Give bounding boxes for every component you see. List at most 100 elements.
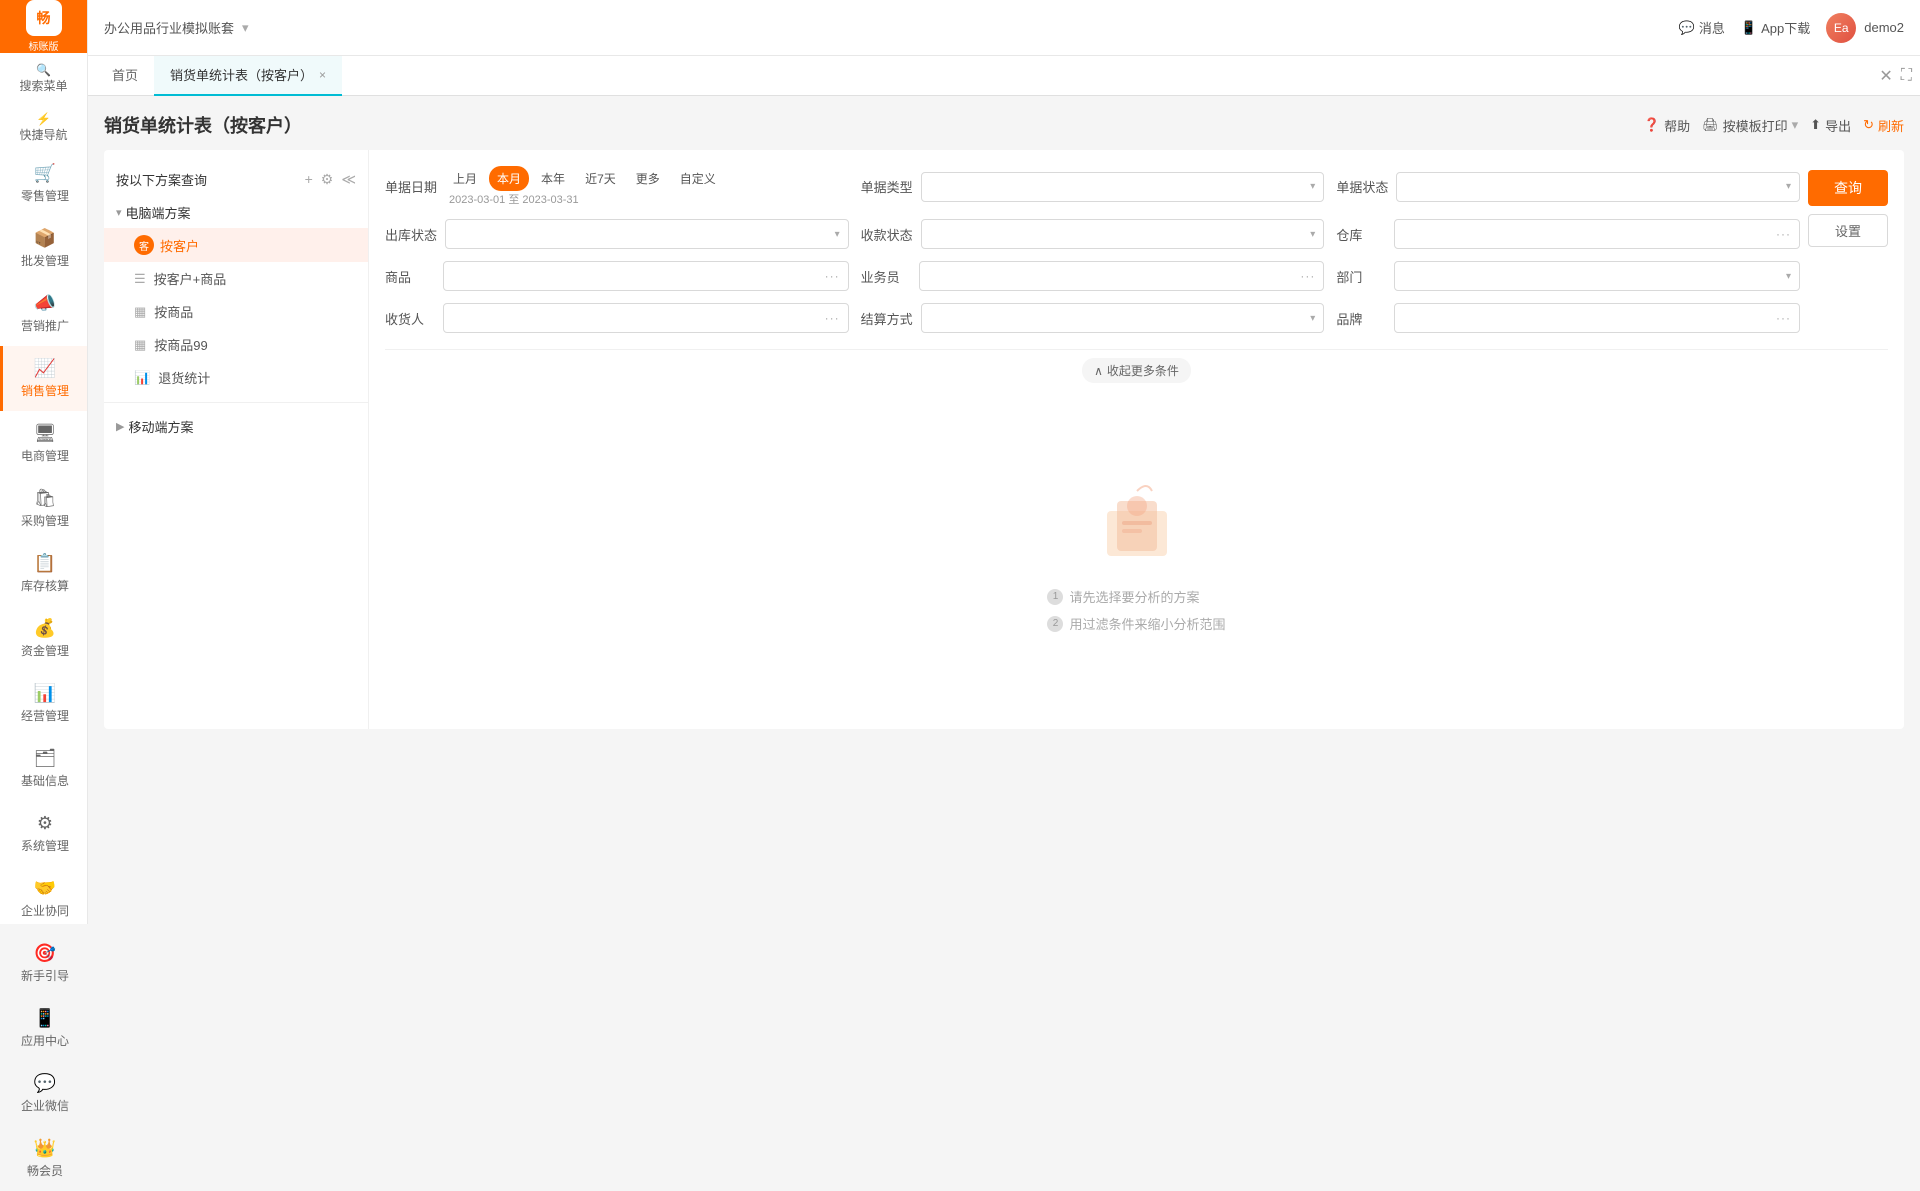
desktop-group-title[interactable]: ▾ 电脑端方案 xyxy=(104,197,368,228)
date-btn-this-month[interactable]: 本月 xyxy=(489,166,529,191)
export-btn[interactable]: ⬆ 导出 xyxy=(1810,116,1851,135)
empty-hint-1: 1 请先选择要分析的方案 xyxy=(1047,587,1225,606)
cooperation-icon: 🤝 xyxy=(34,878,56,899)
warehouse-select[interactable]: ··· xyxy=(1394,219,1800,249)
filter-row-4: 收货人 ··· 结算方式 xyxy=(385,303,1800,333)
query-button[interactable]: 查询 xyxy=(1808,170,1888,206)
date-btn-last-month[interactable]: 上月 xyxy=(445,166,485,191)
export-icon: ⬆ xyxy=(1810,117,1821,133)
help-btn[interactable]: ❓ 帮助 xyxy=(1644,116,1690,135)
sidebar-item-purchase[interactable]: 🛍 采购管理 xyxy=(0,476,87,541)
brand-select[interactable]: ··· xyxy=(1394,303,1800,333)
sidebar-item-ecommerce[interactable]: 🖥 电商管理 xyxy=(0,411,87,476)
goods-more-icon: ··· xyxy=(825,269,840,283)
scheme-item-by-return[interactable]: 📊 退货统计 xyxy=(104,361,368,394)
date-btn-custom[interactable]: 自定义 xyxy=(672,166,724,191)
warehouse-more-icon: ··· xyxy=(1776,227,1791,241)
maximize-icon[interactable]: ⛶ xyxy=(1901,67,1912,85)
help-icon: ❓ xyxy=(1644,117,1660,133)
appcenter-icon: 📱 xyxy=(34,1008,56,1029)
date-btn-more[interactable]: 更多 xyxy=(628,166,668,191)
scheme-item-by-goods[interactable]: ▦ 按商品 xyxy=(104,295,368,328)
add-scheme-icon[interactable]: + xyxy=(305,171,313,188)
salesperson-select[interactable]: ··· xyxy=(919,261,1325,291)
close-tab-icon[interactable]: × xyxy=(319,68,326,82)
close-window-icon[interactable]: ✕ xyxy=(1879,66,1892,86)
filter-left-panel: 按以下方案查询 + ⚙ ≪ ▾ 电脑端方案 xyxy=(104,150,369,729)
sidebar-item-wholesale[interactable]: 📦 批发管理 xyxy=(0,216,87,281)
sidebar-item-inventory[interactable]: 📋 库存核算 xyxy=(0,541,87,606)
message-btn[interactable]: 💬 消息 xyxy=(1679,18,1725,37)
sidebar-item-member[interactable]: 👑 畅会员 xyxy=(0,1126,87,1191)
goods-select[interactable]: ··· xyxy=(443,261,849,291)
sidebar-item-cooperation[interactable]: 🤝 企业协同 xyxy=(0,866,87,931)
date-filter-field: 单据日期 上月 本月 本年 近7天 更多 自定义 xyxy=(385,166,849,207)
mobile-group-title[interactable]: ▶ 移动端方案 xyxy=(104,411,368,442)
order-type-select[interactable]: ▾ xyxy=(921,172,1325,202)
sidebar-item-newbie[interactable]: 🎯 新手引导 xyxy=(0,931,87,996)
order-status-field: 单据状态 ▾ xyxy=(1336,166,1800,207)
sidebar-item-appcenter[interactable]: 📱 应用中心 xyxy=(0,996,87,1061)
sidebar-item-retail[interactable]: 🛒 零售管理 xyxy=(0,151,87,216)
refresh-label: 刷新 xyxy=(1878,116,1904,135)
print-icon: 🖨 xyxy=(1702,117,1719,133)
topbar-right: 💬 消息 📱 App下载 Ea demo2 xyxy=(1679,13,1904,43)
collapse-more-btn[interactable]: ∧ 收起更多条件 xyxy=(1082,358,1191,383)
scheme-item-by-goods99[interactable]: ▦ 按商品99 xyxy=(104,328,368,361)
sidebar-item-wechat[interactable]: 💬 企业微信 xyxy=(0,1061,87,1126)
payment-select[interactable]: ▾ xyxy=(921,303,1325,333)
user-avatar[interactable]: Ea xyxy=(1826,13,1856,43)
department-select[interactable]: ▾ xyxy=(1394,261,1800,291)
mobile-group-arrow: ▶ xyxy=(116,420,124,433)
date-btn-last-7days[interactable]: 近7天 xyxy=(577,166,624,191)
order-status-select[interactable]: ▾ xyxy=(1396,172,1800,202)
order-type-dropdown-icon: ▾ xyxy=(1310,181,1315,192)
sidebar-item-search[interactable]: 🔍 搜索菜单 xyxy=(0,53,87,104)
print-btn[interactable]: 🖨 按模板打印 ▾ xyxy=(1702,116,1798,135)
app-logo[interactable]: 畅 标账版 xyxy=(0,0,87,53)
date-btn-this-year[interactable]: 本年 xyxy=(533,166,573,191)
sidebar-quicknav-label: 快捷导航 xyxy=(19,126,67,143)
payment-field: 结算方式 ▾ xyxy=(861,303,1325,333)
member-icon: 👑 xyxy=(34,1138,56,1159)
collapse-panel-icon[interactable]: ≪ xyxy=(341,171,356,188)
industry-dropdown-icon[interactable]: ▾ xyxy=(242,20,249,36)
settings-scheme-icon[interactable]: ⚙ xyxy=(321,171,334,188)
tab-sales-stat[interactable]: 销货单统计表（按客户） × xyxy=(154,56,342,96)
sidebar-item-finance[interactable]: 💰 资金管理 xyxy=(0,606,87,671)
sidebar-retail-label: 零售管理 xyxy=(21,187,69,204)
sidebar-item-marketing[interactable]: 📣 营销推广 xyxy=(0,281,87,346)
out-status-select[interactable]: ▾ xyxy=(445,219,849,249)
collapse-up-icon: ∧ xyxy=(1094,364,1103,378)
tab-home[interactable]: 首页 xyxy=(96,56,154,96)
refresh-btn[interactable]: ↻ 刷新 xyxy=(1863,116,1904,135)
download-btn[interactable]: 📱 App下载 xyxy=(1741,18,1810,37)
sidebar-item-system[interactable]: ⚙ 系统管理 xyxy=(0,801,87,866)
topbar-left: 办公用品行业模拟账套 ▾ xyxy=(104,18,249,37)
sidebar-item-basic[interactable]: 🗂 基础信息 xyxy=(0,736,87,801)
scheme-item-by-customer[interactable]: 客 按客户 xyxy=(104,228,368,262)
tabs-actions: ✕ ⛶ xyxy=(1879,66,1912,86)
search-icon: 🔍 xyxy=(36,63,51,77)
ecommerce-icon: 🖥 xyxy=(34,423,57,444)
sidebar-item-operation[interactable]: 📊 经营管理 xyxy=(0,671,87,736)
panel-header: 按以下方案查询 + ⚙ ≪ xyxy=(104,162,368,197)
sidebar: 畅 标账版 🔍 搜索菜单 ⚡ 快捷导航 🛒 零售管理 📦 批发管理 📣 营销推广… xyxy=(0,0,88,924)
sidebar-item-quicknav[interactable]: ⚡ 快捷导航 xyxy=(0,104,87,151)
receive-status-select[interactable]: ▾ xyxy=(921,219,1325,249)
sidebar-item-sales[interactable]: 📈 销售管理 xyxy=(0,346,87,411)
desktop-group-label: 电脑端方案 xyxy=(126,203,191,222)
filter-row-3: 商品 ··· 业务员 xyxy=(385,261,1800,291)
hint-2-label: 用过滤条件来缩小分析范围 xyxy=(1069,614,1225,633)
payment-label: 结算方式 xyxy=(861,309,913,328)
basic-icon: 🗂 xyxy=(34,748,57,769)
scheme-avatar-icon: 客 xyxy=(134,235,154,255)
recipient-select[interactable]: ··· xyxy=(443,303,849,333)
scheme-item-by-customer-goods[interactable]: ☰ 按客户+商品 xyxy=(104,262,368,295)
sidebar-newbie-label: 新手引导 xyxy=(21,967,69,984)
empty-state: 1 请先选择要分析的方案 2 用过滤条件来缩小分析范围 xyxy=(385,391,1888,713)
page-header: 销货单统计表（按客户） ❓ 帮助 🖨 按模板打印 ▾ ⬆ 导出 ↻ 刷新 xyxy=(104,112,1904,138)
message-label: 消息 xyxy=(1699,18,1725,37)
settings-button[interactable]: 设置 xyxy=(1808,214,1888,247)
sidebar-wechat-label: 企业微信 xyxy=(21,1097,69,1114)
